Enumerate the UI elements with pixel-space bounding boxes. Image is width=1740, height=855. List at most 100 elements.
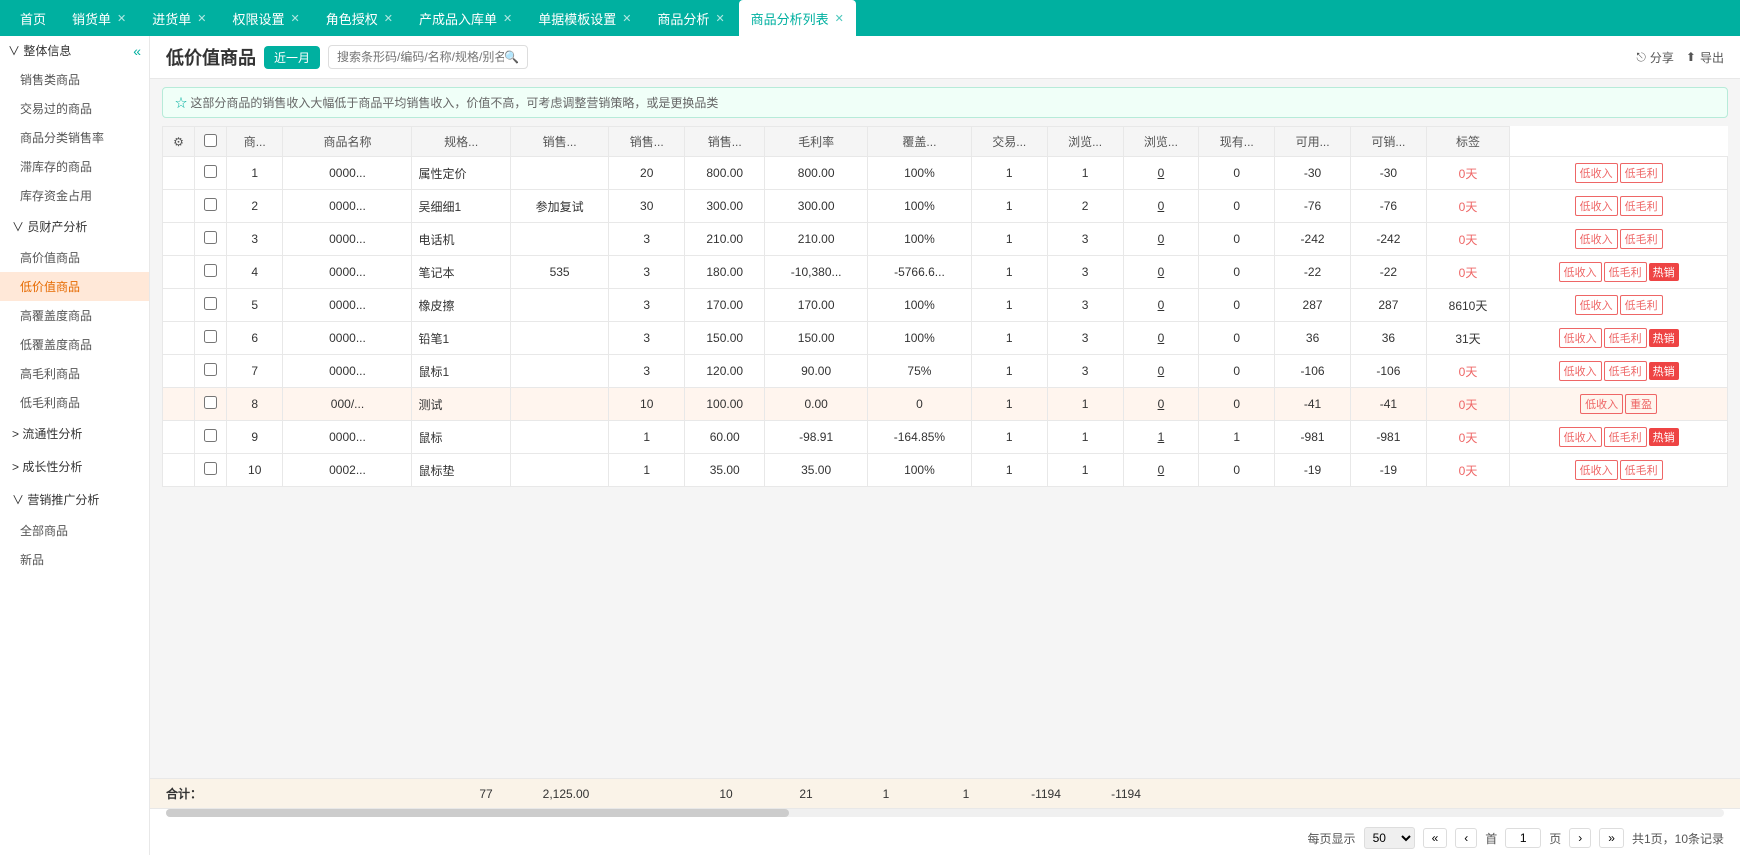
export-button[interactable]: ⬆ 导出 [1686, 49, 1724, 66]
row-view1[interactable]: 1 [1158, 430, 1165, 444]
table-row: 60000...铅笔13150.00150.00100%1300363631天低… [163, 322, 1728, 355]
row-view1[interactable]: 0 [1158, 265, 1165, 279]
row-view1[interactable]: 0 [1158, 364, 1165, 378]
sidebar-item-high-coverage[interactable]: 高覆盖度商品 [0, 301, 149, 330]
row-checkbox[interactable] [204, 462, 217, 475]
sidebar-collapse-btn[interactable]: « [133, 43, 141, 59]
col-name[interactable]: 商品名称 [283, 127, 412, 157]
sidebar-item-new-goods[interactable]: 新品 [0, 545, 149, 574]
close-icon[interactable]: ✕ [503, 12, 512, 25]
last-page-btn[interactable]: » [1599, 828, 1624, 848]
sidebar-item-low-coverage[interactable]: 低覆盖度商品 [0, 330, 149, 359]
row-view1[interactable]: 0 [1158, 463, 1165, 477]
row-coverage: 1 [971, 157, 1047, 190]
row-view1[interactable]: 0 [1158, 166, 1165, 180]
nav-permission[interactable]: 权限设置 ✕ [220, 0, 311, 36]
total-saleable: -1194 [1086, 787, 1166, 801]
row-days: 0天 [1426, 190, 1509, 223]
filter-button[interactable]: 近一月 [264, 46, 320, 69]
sidebar-item-traded-goods[interactable]: 交易过的商品 [0, 94, 149, 123]
row-settings [163, 223, 195, 256]
search-input[interactable] [337, 50, 504, 64]
col-checkbox[interactable] [195, 127, 227, 157]
sidebar-item-overstock[interactable]: 滞库存的商品 [0, 152, 149, 181]
col-saleable[interactable]: 可销... [1350, 127, 1426, 157]
row-code: 0000... [283, 256, 412, 289]
col-settings[interactable]: ⚙ [163, 127, 195, 157]
col-sales2[interactable]: 销售... [609, 127, 685, 157]
col-tags[interactable]: 标签 [1426, 127, 1509, 157]
sidebar-group-title-growth[interactable]: > 成长性分析 [0, 450, 149, 483]
row-checkbox[interactable] [204, 231, 217, 244]
sidebar-item-inventory-capital[interactable]: 库存资金占用 [0, 181, 149, 210]
sidebar-group-title-marketing[interactable]: ∨ 营销推广分析 [0, 483, 149, 516]
col-coverage[interactable]: 覆盖... [868, 127, 972, 157]
row-view1[interactable]: 0 [1158, 232, 1165, 246]
page-input[interactable] [1505, 828, 1541, 848]
row-checkbox[interactable] [204, 297, 217, 310]
sidebar-item-low-margin[interactable]: 低毛利商品 [0, 388, 149, 417]
col-spec[interactable]: 规格... [412, 127, 510, 157]
nav-goods-analysis[interactable]: 商品分析 ✕ [645, 0, 736, 36]
sidebar-item-high-value[interactable]: 高价值商品 [0, 243, 149, 272]
share-button[interactable]: ⎋ 分享 [1636, 49, 1674, 66]
row-checkbox[interactable] [204, 198, 217, 211]
col-transaction[interactable]: 交易... [971, 127, 1047, 157]
col-sales3[interactable]: 销售... [685, 127, 765, 157]
select-all-checkbox[interactable] [204, 134, 217, 147]
nav-purchase[interactable]: 进货单 ✕ [140, 0, 218, 36]
close-icon[interactable]: ✕ [197, 12, 206, 25]
close-icon[interactable]: ✕ [622, 12, 631, 25]
close-icon[interactable]: ✕ [117, 12, 126, 25]
col-sales1[interactable]: 销售... [510, 127, 608, 157]
row-view1[interactable]: 0 [1158, 298, 1165, 312]
nav-role[interactable]: 角色授权 ✕ [314, 0, 405, 36]
row-view1[interactable]: 0 [1158, 397, 1165, 411]
sidebar-item-high-margin[interactable]: 高毛利商品 [0, 359, 149, 388]
row-checkbox[interactable] [204, 396, 217, 409]
col-margin[interactable]: 毛利率 [765, 127, 868, 157]
nav-goods-analysis-list[interactable]: 商品分析列表 ✕ [739, 0, 856, 36]
search-icon[interactable]: 🔍 [504, 50, 519, 64]
row-checkbox[interactable] [204, 165, 217, 178]
sidebar-group-title-overall[interactable]: ∨ 整体信息 [8, 42, 71, 59]
sidebar-item-sales-goods[interactable]: 销售类商品 [0, 65, 149, 94]
row-checkbox[interactable] [204, 363, 217, 376]
next-page-btn[interactable]: › [1569, 828, 1591, 848]
close-icon[interactable]: ✕ [835, 12, 844, 25]
col-code[interactable]: 商... [227, 127, 283, 157]
col-available[interactable]: 可用... [1275, 127, 1351, 157]
row-settings [163, 289, 195, 322]
nav-home[interactable]: 首页 [8, 0, 58, 36]
row-code: 0002... [283, 454, 412, 487]
row-available: -76 [1350, 190, 1426, 223]
scrollbar-thumb[interactable] [166, 809, 789, 817]
scrollbar-track[interactable] [166, 809, 1724, 817]
row-checkbox[interactable] [204, 330, 217, 343]
close-icon[interactable]: ✕ [715, 12, 724, 25]
table-area: ⚙ 商... 商品名称 规格... 销售... 销售... 销售... 毛利率 … [150, 126, 1740, 778]
row-checkbox[interactable] [204, 264, 217, 277]
sidebar-group-title-financial[interactable]: ∨ 员财产分析 [0, 210, 149, 243]
row-checkbox[interactable] [204, 429, 217, 442]
nav-product-in[interactable]: 产成品入库单 ✕ [407, 0, 524, 36]
col-current-stock[interactable]: 现有... [1199, 127, 1275, 157]
sidebar-item-category-sales-rate[interactable]: 商品分类销售率 [0, 123, 149, 152]
col-view2[interactable]: 浏览... [1123, 127, 1199, 157]
close-icon[interactable]: ✕ [291, 12, 300, 25]
row-name: 鼠标 [412, 421, 510, 454]
row-view1[interactable]: 0 [1158, 331, 1165, 345]
sidebar-item-all-goods[interactable]: 全部商品 [0, 516, 149, 545]
page-size-select[interactable]: 50 100 [1364, 827, 1415, 849]
first-page-btn[interactable]: « [1423, 828, 1448, 848]
row-settings [163, 388, 195, 421]
sidebar-group-title-flow[interactable]: > 流通性分析 [0, 417, 149, 450]
close-icon[interactable]: ✕ [384, 12, 393, 25]
row-view1[interactable]: 0 [1158, 199, 1165, 213]
prev-page-btn[interactable]: ‹ [1455, 828, 1477, 848]
col-view1[interactable]: 浏览... [1047, 127, 1123, 157]
row-settings [163, 322, 195, 355]
sidebar-item-low-value[interactable]: 低价值商品 [0, 272, 149, 301]
nav-sales[interactable]: 销货单 ✕ [60, 0, 138, 36]
nav-template[interactable]: 单据模板设置 ✕ [526, 0, 643, 36]
